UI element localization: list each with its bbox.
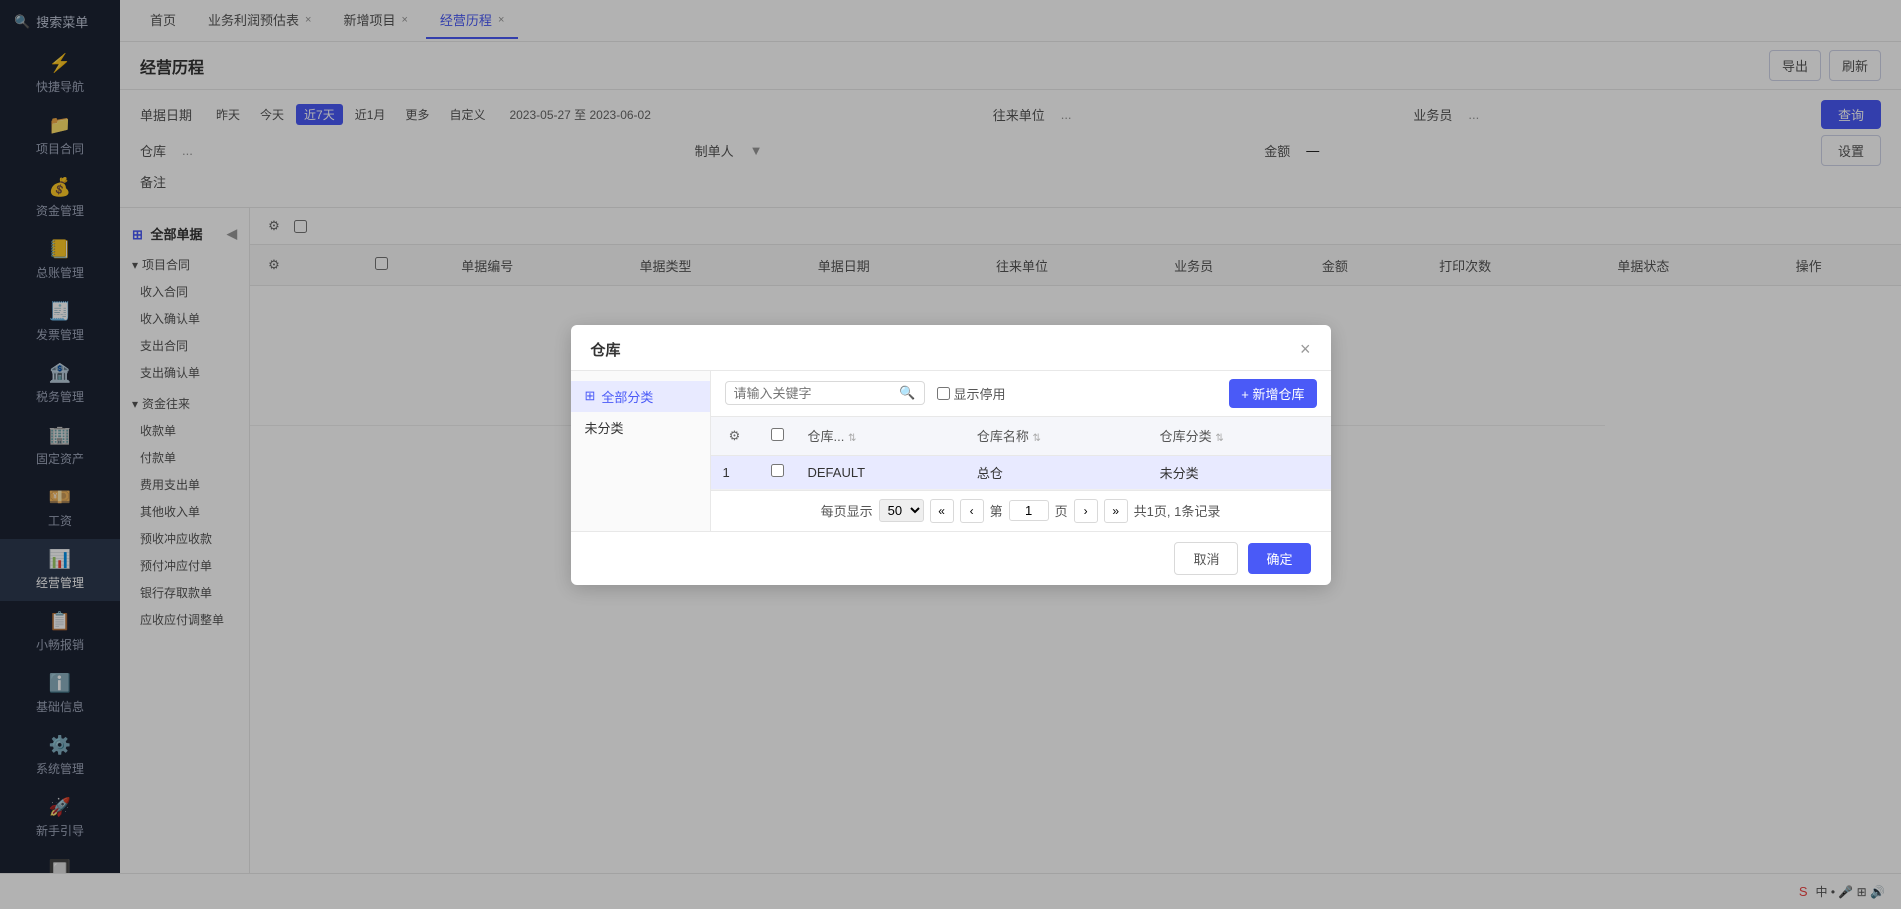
dialog-last-page[interactable]: »	[1104, 499, 1128, 523]
confirm-button[interactable]: 确定	[1248, 543, 1310, 574]
dialog-per-page-label: 每页显示	[821, 501, 873, 520]
th-settings: ⚙	[711, 417, 759, 456]
th-name: 仓库名称 ⇅	[965, 417, 1148, 456]
sort-icon-category: ⇅	[1215, 433, 1223, 444]
th-code: 仓库... ⇅	[796, 417, 965, 456]
dialog-select-all[interactable]	[771, 428, 784, 441]
dialog-header: 仓库 ×	[571, 325, 1331, 371]
dialog-close-button[interactable]: ×	[1300, 339, 1311, 360]
search-icon: 🔍	[899, 385, 915, 401]
row-checkbox[interactable]	[759, 455, 796, 489]
dialog-next-page[interactable]: ›	[1074, 499, 1098, 523]
dialog-per-page-select[interactable]: 50	[879, 499, 924, 522]
tree-item-all[interactable]: ⊞ 全部分类	[571, 381, 710, 412]
dialog-first-page[interactable]: «	[930, 499, 954, 523]
dialog-tree: ⊞ 全部分类 未分类	[571, 371, 711, 531]
col-settings-icon[interactable]: ⚙	[723, 424, 747, 448]
row-code: DEFAULT	[796, 455, 965, 489]
dialog-right-content: 🔍 显示停用 + 新增仓库 ⚙	[711, 371, 1331, 531]
dialog-table-head: ⚙ 仓库... ⇅ 仓库名称 ⇅	[711, 417, 1331, 456]
warehouse-dialog: 仓库 × ⊞ 全部分类 未分类 🔍	[571, 325, 1331, 585]
dialog-page-suffix: 页	[1055, 501, 1068, 520]
search-box: 🔍	[725, 381, 925, 405]
dialog-pagination: 每页显示 50 « ‹ 第 页 › » 共1页, 1条记录	[711, 490, 1331, 531]
dialog-footer: 取消 确定	[571, 531, 1331, 585]
show-disabled-text: 显示停用	[954, 384, 1006, 403]
modal-overlay: 仓库 × ⊞ 全部分类 未分类 🔍	[0, 0, 1901, 909]
grid-icon: ⊞	[585, 388, 596, 404]
sort-icon-code: ⇅	[848, 433, 856, 444]
dialog-table-wrap: ⚙ 仓库... ⇅ 仓库名称 ⇅	[711, 417, 1331, 490]
dialog-table-body: 1 DEFAULT 总仓 未分类	[711, 455, 1331, 489]
cancel-button[interactable]: 取消	[1174, 542, 1238, 575]
show-disabled-label[interactable]: 显示停用	[937, 384, 1006, 403]
tree-item-uncategorized-label: 未分类	[585, 418, 624, 437]
th-category: 仓库分类 ⇅	[1148, 417, 1331, 456]
dialog-toolbar: 🔍 显示停用 + 新增仓库	[711, 371, 1331, 417]
dialog-page-input[interactable]	[1009, 500, 1049, 521]
sort-icon-name: ⇅	[1033, 433, 1041, 444]
dialog-prev-page[interactable]: ‹	[960, 499, 984, 523]
th-checkbox	[759, 417, 796, 456]
show-disabled-checkbox[interactable]	[937, 387, 950, 400]
dialog-table-row[interactable]: 1 DEFAULT 总仓 未分类	[711, 455, 1331, 489]
search-input[interactable]	[734, 386, 896, 401]
tree-item-all-label: 全部分类	[601, 387, 653, 406]
tree-item-uncategorized[interactable]: 未分类	[571, 412, 710, 443]
row-name: 总仓	[965, 455, 1148, 489]
add-warehouse-button[interactable]: + 新增仓库	[1229, 379, 1316, 408]
row-num: 1	[711, 455, 759, 489]
dialog-title: 仓库	[591, 339, 621, 360]
dialog-page-label: 第	[990, 501, 1003, 520]
dialog-body: ⊞ 全部分类 未分类 🔍	[571, 371, 1331, 531]
dialog-total: 共1页, 1条记录	[1134, 501, 1221, 520]
dialog-table: ⚙ 仓库... ⇅ 仓库名称 ⇅	[711, 417, 1331, 490]
row-category: 未分类	[1148, 455, 1331, 489]
